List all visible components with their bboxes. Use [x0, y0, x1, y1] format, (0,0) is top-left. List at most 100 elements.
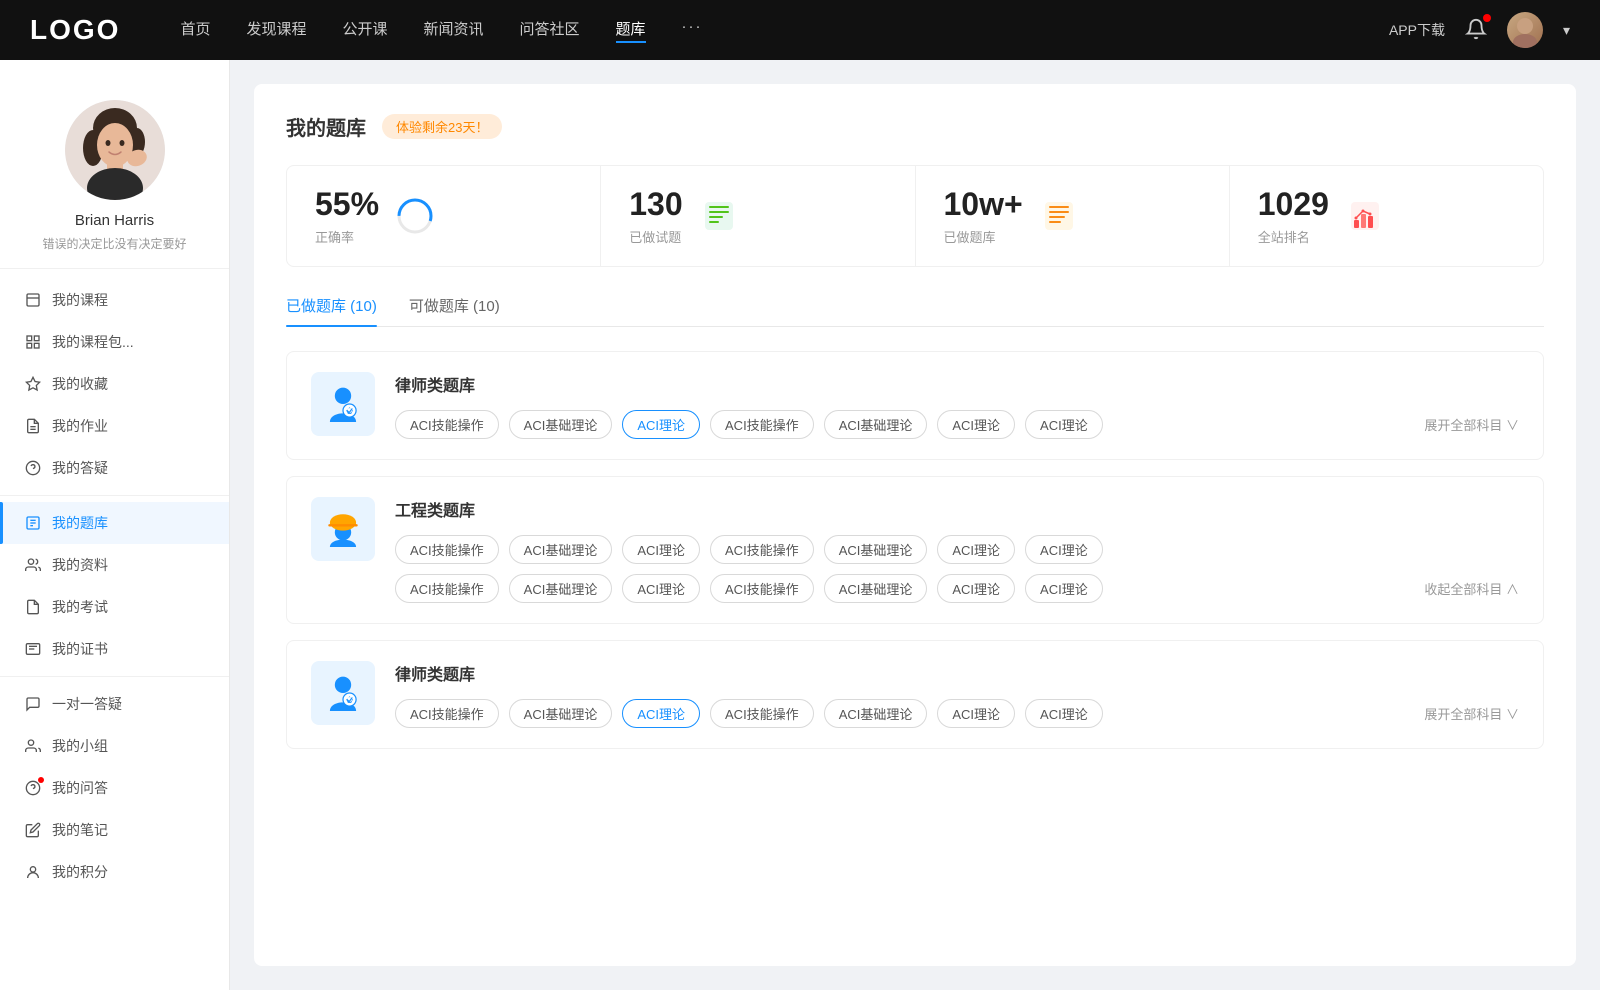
- tag[interactable]: ACI理论: [1025, 535, 1103, 564]
- engineer-icon: [311, 497, 375, 561]
- tab-done[interactable]: 已做题库 (10): [286, 295, 377, 326]
- tag[interactable]: ACI技能操作: [395, 699, 499, 728]
- sidebar-label: 我的证书: [52, 639, 108, 659]
- notification-bell[interactable]: [1465, 18, 1487, 43]
- tag[interactable]: ACI理论: [1025, 699, 1103, 728]
- favorites-icon: [24, 375, 42, 393]
- profile-section: Brian Harris 错误的决定比没有决定要好: [0, 80, 229, 269]
- app-download-button[interactable]: APP下载: [1389, 20, 1445, 40]
- nav-discover[interactable]: 发现课程: [246, 18, 306, 43]
- nav-qa[interactable]: 问答社区: [520, 18, 580, 43]
- tag[interactable]: ACI技能操作: [395, 535, 499, 564]
- tags-row-2a: ACI技能操作 ACI基础理论 ACI理论 ACI技能操作 ACI基础理论 AC…: [395, 535, 1519, 564]
- sidebar-item-points[interactable]: 我的积分: [0, 851, 229, 893]
- tag[interactable]: ACI技能操作: [710, 535, 814, 564]
- tag[interactable]: ACI理论: [622, 574, 700, 603]
- logo[interactable]: LOGO: [30, 14, 120, 46]
- sidebar-menu: 我的课程 我的课程包... 我的收藏 我的作业: [0, 269, 229, 903]
- user-avatar-nav[interactable]: [1507, 12, 1543, 48]
- site-rank-value: 1029: [1258, 186, 1329, 223]
- nav-news[interactable]: 新闻资讯: [424, 18, 484, 43]
- correct-rate-label: 正确率: [315, 227, 379, 246]
- nav-open-course[interactable]: 公开课: [342, 18, 387, 43]
- tag[interactable]: ACI基础理论: [824, 410, 928, 439]
- navbar-right: APP下载 ▾: [1389, 12, 1570, 48]
- tag[interactable]: ACI技能操作: [710, 410, 814, 439]
- profile-avatar: [65, 100, 165, 200]
- homework-icon: [24, 417, 42, 435]
- stat-value-done: 130 已做试题: [629, 186, 682, 246]
- tag-active[interactable]: ACI理论: [622, 699, 700, 728]
- sidebar-label: 我的题库: [52, 513, 108, 533]
- sidebar-item-materials[interactable]: 我的资料: [0, 544, 229, 586]
- tag[interactable]: ACI基础理论: [509, 410, 613, 439]
- tag[interactable]: ACI基础理论: [509, 574, 613, 603]
- sidebar-label: 我的考试: [52, 597, 108, 617]
- tag[interactable]: ACI理论: [937, 535, 1015, 564]
- tag[interactable]: ACI技能操作: [710, 574, 814, 603]
- profile-name: Brian Harris: [20, 212, 209, 229]
- expand-link-1[interactable]: 展开全部科目 ∨: [1424, 415, 1519, 434]
- stat-site-rank: 1029 全站排名: [1230, 166, 1543, 266]
- trial-badge: 体验剩余23天！: [382, 114, 502, 139]
- tag[interactable]: ACI技能操作: [710, 699, 814, 728]
- tag[interactable]: ACI基础理论: [824, 574, 928, 603]
- sidebar-label: 我的收藏: [52, 374, 108, 394]
- collapse-link[interactable]: 收起全部科目 ∧: [1424, 579, 1519, 598]
- nav-questions[interactable]: 题库: [616, 18, 646, 43]
- user-dropdown-chevron[interactable]: ▾: [1563, 22, 1570, 39]
- site-rank-label: 全站排名: [1258, 227, 1329, 246]
- tags-row-1: ACI技能操作 ACI基础理论 ACI理论 ACI技能操作 ACI基础理论 AC…: [395, 410, 1519, 439]
- sidebar-item-group[interactable]: 我的小组: [0, 725, 229, 767]
- sidebar-label: 我的课程包...: [52, 332, 134, 352]
- correct-rate-icon: [395, 196, 435, 236]
- correct-rate-value: 55%: [315, 186, 379, 223]
- sidebar-item-my-qa[interactable]: 我的问答: [0, 767, 229, 809]
- sidebar-item-questions[interactable]: 我的答疑: [0, 447, 229, 489]
- tag[interactable]: ACI基础理论: [509, 699, 613, 728]
- sidebar-item-certificate[interactable]: 我的证书: [0, 628, 229, 670]
- lawyer-icon-2: [311, 661, 375, 725]
- sidebar-item-notes[interactable]: 我的笔记: [0, 809, 229, 851]
- expand-link-3[interactable]: 展开全部科目 ∨: [1424, 704, 1519, 723]
- tag[interactable]: ACI理论: [1025, 574, 1103, 603]
- tag[interactable]: ACI理论: [622, 535, 700, 564]
- sidebar-item-courses[interactable]: 我的课程: [0, 279, 229, 321]
- stat-value-rank: 1029 全站排名: [1258, 186, 1329, 246]
- done-questions-label: 已做试题: [629, 227, 682, 246]
- tag[interactable]: ACI理论: [937, 410, 1015, 439]
- nav-more[interactable]: ···: [682, 18, 703, 43]
- sidebar-item-question-bank[interactable]: 我的题库: [0, 502, 229, 544]
- nav-home[interactable]: 首页: [180, 18, 210, 43]
- notes-icon: [24, 821, 42, 839]
- sidebar-item-favorites[interactable]: 我的收藏: [0, 363, 229, 405]
- page-header: 我的题库 体验剩余23天！: [286, 112, 1544, 141]
- tag[interactable]: ACI基础理论: [824, 535, 928, 564]
- tag[interactable]: ACI理论: [937, 574, 1015, 603]
- tab-available[interactable]: 可做题库 (10): [409, 295, 500, 326]
- qbank-body-2: 工程类题库 ACI技能操作 ACI基础理论 ACI理论 ACI技能操作 ACI基…: [395, 497, 1519, 603]
- tutoring-icon: [24, 695, 42, 713]
- tag[interactable]: ACI理论: [1025, 410, 1103, 439]
- tag[interactable]: ACI理论: [937, 699, 1015, 728]
- sidebar-label: 我的答疑: [52, 458, 108, 478]
- sidebar-item-homework[interactable]: 我的作业: [0, 405, 229, 447]
- sidebar-item-tutoring[interactable]: 一对一答疑: [0, 683, 229, 725]
- question-bank-icon: [24, 514, 42, 532]
- sidebar-divider-1: [0, 495, 229, 496]
- tag[interactable]: ACI基础理论: [824, 699, 928, 728]
- sidebar-label: 我的积分: [52, 862, 108, 882]
- tag-active[interactable]: ACI理论: [622, 410, 700, 439]
- tag[interactable]: ACI技能操作: [395, 410, 499, 439]
- site-rank-icon: [1345, 196, 1385, 236]
- tag[interactable]: ACI技能操作: [395, 574, 499, 603]
- materials-icon: [24, 556, 42, 574]
- avatar-svg: [65, 100, 165, 200]
- sidebar-item-exam[interactable]: 我的考试: [0, 586, 229, 628]
- sidebar-item-course-packages[interactable]: 我的课程包...: [0, 321, 229, 363]
- qbank-title-3: 律师类题库: [395, 661, 1519, 685]
- stat-done-banks: 10w+ 已做题库: [916, 166, 1230, 266]
- tag[interactable]: ACI基础理论: [509, 535, 613, 564]
- qbank-body-1: 律师类题库 ACI技能操作 ACI基础理论 ACI理论 ACI技能操作 ACI基…: [395, 372, 1519, 439]
- sidebar-label: 我的问答: [52, 778, 108, 798]
